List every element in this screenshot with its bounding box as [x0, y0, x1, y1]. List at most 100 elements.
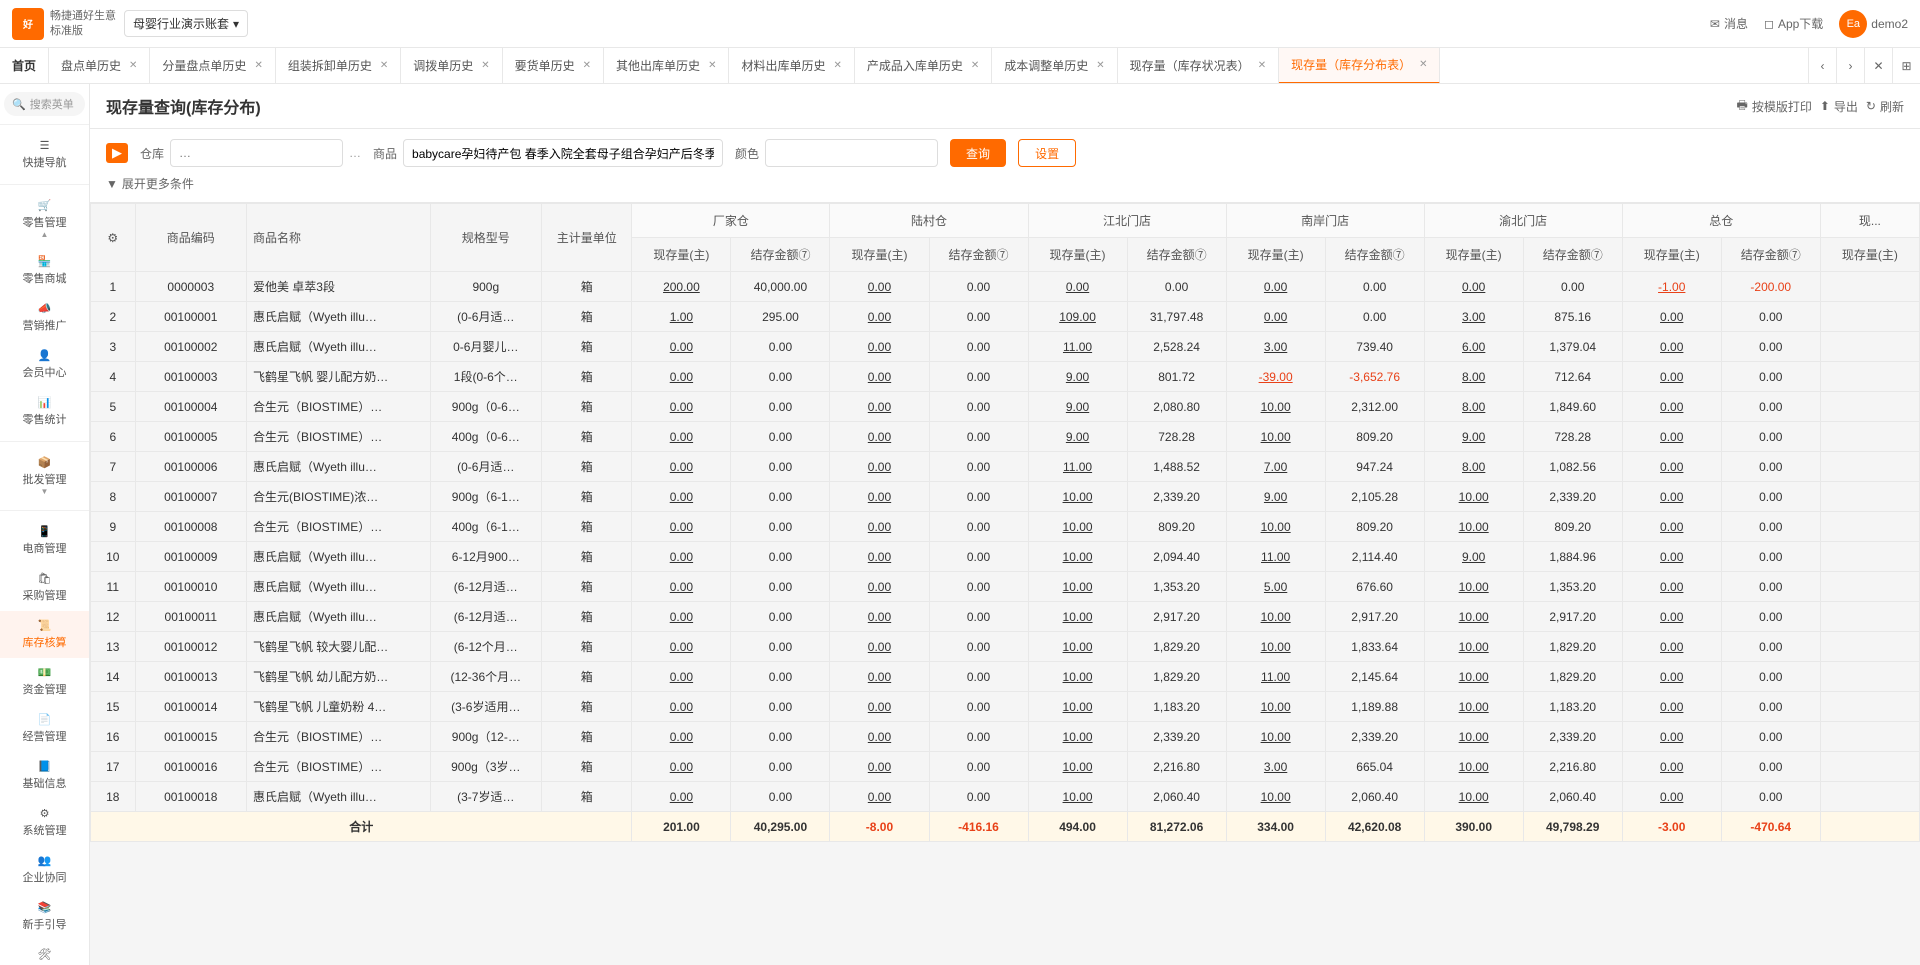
cell-changjia-cur[interactable]: 0.00: [632, 692, 731, 722]
cell-zong-cur[interactable]: 0.00: [1622, 722, 1721, 752]
cell-zong-cur[interactable]: 0.00: [1622, 692, 1721, 722]
cell-lucun-cur[interactable]: 0.00: [830, 422, 929, 452]
cell-changjia-cur[interactable]: 1.00: [632, 302, 731, 332]
export-btn[interactable]: ⬆ 导出: [1820, 98, 1858, 115]
print-btn[interactable]: 🖶 按模版打印: [1737, 96, 1812, 117]
cell-lucun-cur[interactable]: 0.00: [830, 332, 929, 362]
cell-yubei-cur[interactable]: 10.00: [1424, 722, 1523, 752]
tab-next-btn[interactable]: ›: [1836, 48, 1864, 84]
sidebar-item-retail-manage[interactable]: 🛒 零售管理 ▲: [0, 191, 89, 247]
tab-close-icon[interactable]: ✕: [971, 60, 979, 71]
cell-yubei-cur[interactable]: 10.00: [1424, 482, 1523, 512]
cell-zong-cur[interactable]: 0.00: [1622, 392, 1721, 422]
expand-conditions-btn[interactable]: 展开更多条件: [122, 175, 194, 192]
sidebar-item-collab[interactable]: 👥 企业协同: [0, 846, 89, 893]
cell-zong-cur[interactable]: 0.00: [1622, 302, 1721, 332]
cell-nanan-cur[interactable]: 10.00: [1226, 422, 1325, 452]
cell-nanan-cur[interactable]: 11.00: [1226, 542, 1325, 572]
cell-lucun-cur[interactable]: 0.00: [830, 722, 929, 752]
cell-jiangbei-cur[interactable]: 10.00: [1028, 482, 1127, 512]
cell-nanan-cur[interactable]: 5.00: [1226, 572, 1325, 602]
cell-lucun-cur[interactable]: 0.00: [830, 572, 929, 602]
cell-changjia-cur[interactable]: 0.00: [632, 362, 731, 392]
tab-close-icon[interactable]: ✕: [708, 60, 716, 71]
cell-yubei-cur[interactable]: 6.00: [1424, 332, 1523, 362]
cell-jiangbei-cur[interactable]: 10.00: [1028, 722, 1127, 752]
cell-lucun-cur[interactable]: 0.00: [830, 452, 929, 482]
cell-zong-cur[interactable]: 0.00: [1622, 782, 1721, 812]
cell-changjia-cur[interactable]: 200.00: [632, 272, 731, 302]
user-profile[interactable]: Ea demo2: [1839, 10, 1908, 38]
cell-jiangbei-cur[interactable]: 10.00: [1028, 662, 1127, 692]
search-button[interactable]: 查询: [950, 139, 1006, 167]
cell-lucun-cur[interactable]: 0.00: [830, 662, 929, 692]
cell-lucun-cur[interactable]: 0.00: [830, 482, 929, 512]
cell-yubei-cur[interactable]: 9.00: [1424, 542, 1523, 572]
cell-changjia-cur[interactable]: 0.00: [632, 632, 731, 662]
sidebar-item-apps[interactable]: 🛠 应用中心: [0, 940, 89, 965]
cell-changjia-cur[interactable]: 0.00: [632, 512, 731, 542]
cell-nanan-cur[interactable]: 0.00: [1226, 272, 1325, 302]
cell-yubei-cur[interactable]: 10.00: [1424, 602, 1523, 632]
sidebar-item-ecom[interactable]: 📱 电商管理: [0, 517, 89, 564]
cell-lucun-cur[interactable]: 0.00: [830, 782, 929, 812]
cell-changjia-cur[interactable]: 0.00: [632, 332, 731, 362]
sidebar-item-retail-shop[interactable]: 🏪 零售商城: [0, 247, 89, 294]
cell-zong-cur[interactable]: 0.00: [1622, 602, 1721, 632]
sidebar-item-inventory[interactable]: 📜 库存核算: [0, 611, 89, 658]
sidebar-item-purchase[interactable]: 🛍 采购管理: [0, 564, 89, 611]
tab-xiancunfen[interactable]: 现存量（库存分布表） ✕: [1279, 48, 1440, 84]
cell-changjia-cur[interactable]: 0.00: [632, 602, 731, 632]
tab-xiancunzhuang[interactable]: 现存量（库存状况表） ✕: [1118, 48, 1279, 84]
tab-home[interactable]: 首页: [0, 48, 49, 84]
cell-nanan-cur[interactable]: 0.00: [1226, 302, 1325, 332]
tab-close-icon[interactable]: ✕: [1258, 60, 1266, 71]
cell-zong-cur[interactable]: 0.00: [1622, 512, 1721, 542]
tab-chanchenru[interactable]: 产成品入库单历史 ✕: [855, 48, 992, 84]
cell-lucun-cur[interactable]: 0.00: [830, 542, 929, 572]
cell-jiangbei-cur[interactable]: 9.00: [1028, 392, 1127, 422]
cell-changjia-cur[interactable]: 0.00: [632, 722, 731, 752]
cell-jiangbei-cur[interactable]: 9.00: [1028, 362, 1127, 392]
warehouse-input[interactable]: [170, 139, 343, 167]
cell-nanan-cur[interactable]: 11.00: [1226, 662, 1325, 692]
cell-lucun-cur[interactable]: 0.00: [830, 602, 929, 632]
cell-yubei-cur[interactable]: 10.00: [1424, 662, 1523, 692]
cell-zong-cur[interactable]: -1.00: [1622, 272, 1721, 302]
cell-lucun-cur[interactable]: 0.00: [830, 362, 929, 392]
industry-selector[interactable]: 母婴行业演示账套 ▾: [124, 10, 248, 37]
cell-nanan-cur[interactable]: -39.00: [1226, 362, 1325, 392]
sidebar-item-guide[interactable]: 📚 新手引导: [0, 893, 89, 940]
cell-lucun-cur[interactable]: 0.00: [830, 302, 929, 332]
cell-nanan-cur[interactable]: 9.00: [1226, 482, 1325, 512]
tab-close-icon[interactable]: ✕: [833, 60, 841, 71]
cell-lucun-cur[interactable]: 0.00: [830, 632, 929, 662]
cell-zong-cur[interactable]: 0.00: [1622, 662, 1721, 692]
color-input[interactable]: [765, 139, 938, 167]
sidebar-item-quicknav[interactable]: ☰ 快捷导航: [0, 131, 89, 178]
cell-changjia-cur[interactable]: 0.00: [632, 752, 731, 782]
tab-close-icon[interactable]: ✕: [254, 60, 262, 71]
cell-nanan-cur[interactable]: 3.00: [1226, 332, 1325, 362]
sidebar-item-finance[interactable]: 💵 资金管理: [0, 658, 89, 705]
tab-close-icon[interactable]: ✕: [583, 60, 591, 71]
cell-yubei-cur[interactable]: 0.00: [1424, 272, 1523, 302]
sidebar-item-member[interactable]: 👤 会员中心: [0, 341, 89, 388]
cell-yubei-cur[interactable]: 10.00: [1424, 632, 1523, 662]
cell-nanan-cur[interactable]: 10.00: [1226, 512, 1325, 542]
cell-jiangbei-cur[interactable]: 11.00: [1028, 452, 1127, 482]
tab-diaobo[interactable]: 调拨单历史 ✕: [401, 48, 502, 84]
cell-nanan-cur[interactable]: 10.00: [1226, 602, 1325, 632]
cell-jiangbei-cur[interactable]: 10.00: [1028, 512, 1127, 542]
cell-jiangbei-cur[interactable]: 10.00: [1028, 572, 1127, 602]
cell-yubei-cur[interactable]: 10.00: [1424, 572, 1523, 602]
cell-zong-cur[interactable]: 0.00: [1622, 362, 1721, 392]
tab-pandian[interactable]: 盘点单历史 ✕: [49, 48, 150, 84]
tab-fenpandian[interactable]: 分量盘点单历史 ✕: [150, 48, 275, 84]
tab-cailiaochu[interactable]: 材料出库单历史 ✕: [729, 48, 854, 84]
cell-nanan-cur[interactable]: 10.00: [1226, 722, 1325, 752]
setting-button[interactable]: 设置: [1018, 139, 1076, 167]
cell-zong-cur[interactable]: 0.00: [1622, 452, 1721, 482]
cell-changjia-cur[interactable]: 0.00: [632, 542, 731, 572]
cell-yubei-cur[interactable]: 8.00: [1424, 452, 1523, 482]
